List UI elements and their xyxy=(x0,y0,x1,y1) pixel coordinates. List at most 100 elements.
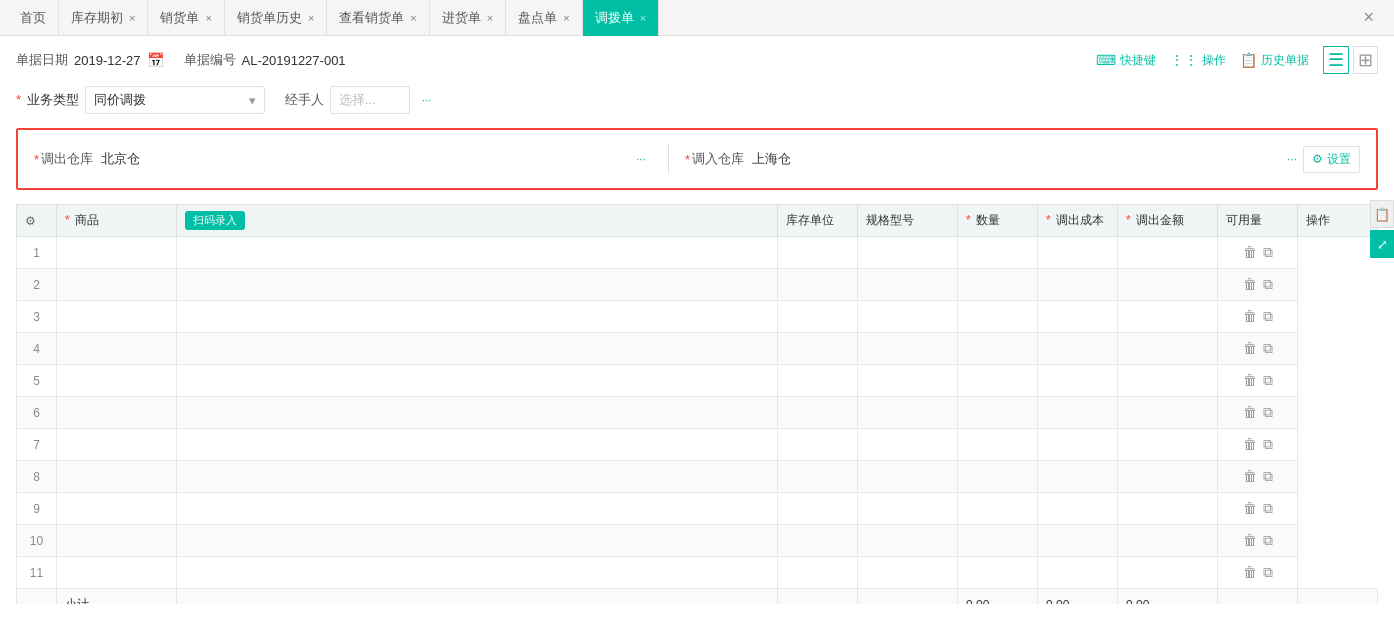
tab-home[interactable]: 首页 xyxy=(8,0,59,36)
cell-available[interactable] xyxy=(1118,493,1218,525)
cell-spec[interactable] xyxy=(778,301,858,333)
cell-unit[interactable] xyxy=(177,461,778,493)
cell-cost[interactable] xyxy=(958,429,1038,461)
business-type-select[interactable]: 同价调拨 ▾ xyxy=(85,86,265,114)
settings-button[interactable]: ⚙ 设置 xyxy=(1303,146,1360,173)
cell-amount[interactable] xyxy=(1038,333,1118,365)
delete-icon[interactable]: 🗑 xyxy=(1243,500,1257,517)
table-gear-icon[interactable]: ⚙ xyxy=(25,214,36,228)
cell-qty[interactable] xyxy=(858,493,958,525)
cell-available[interactable] xyxy=(1118,333,1218,365)
cell-available[interactable] xyxy=(1118,237,1218,269)
cell-amount[interactable] xyxy=(1038,365,1118,397)
cell-spec[interactable] xyxy=(778,365,858,397)
cell-unit[interactable] xyxy=(177,269,778,301)
delete-icon[interactable]: 🗑 xyxy=(1243,276,1257,293)
warehouse-in-more-button[interactable]: ··· xyxy=(1281,152,1303,166)
handler-input[interactable]: 选择... xyxy=(330,86,410,114)
cell-spec[interactable] xyxy=(778,461,858,493)
delete-icon[interactable]: 🗑 xyxy=(1243,372,1257,389)
copy-icon[interactable]: ⧉ xyxy=(1263,564,1273,581)
tab-inventory-count-close[interactable]: × xyxy=(563,12,569,24)
tab-purchase-order-close[interactable]: × xyxy=(487,12,493,24)
cell-spec[interactable] xyxy=(778,333,858,365)
cell-product[interactable] xyxy=(57,397,177,429)
cell-amount[interactable] xyxy=(1038,429,1118,461)
copy-icon[interactable]: ⧉ xyxy=(1263,404,1273,421)
cell-available[interactable] xyxy=(1118,397,1218,429)
cell-cost[interactable] xyxy=(958,365,1038,397)
cell-spec[interactable] xyxy=(778,557,858,589)
copy-icon[interactable]: ⧉ xyxy=(1263,500,1273,517)
cell-product[interactable] xyxy=(57,493,177,525)
cell-unit[interactable] xyxy=(177,397,778,429)
cell-spec[interactable] xyxy=(778,237,858,269)
tab-purchase-order[interactable]: 进货单 × xyxy=(430,0,506,36)
cell-product[interactable] xyxy=(57,525,177,557)
cell-qty[interactable] xyxy=(858,365,958,397)
tab-inventory-count[interactable]: 盘点单 × xyxy=(506,0,582,36)
cell-cost[interactable] xyxy=(958,525,1038,557)
copy-icon[interactable]: ⧉ xyxy=(1263,340,1273,357)
copy-icon[interactable]: ⧉ xyxy=(1263,308,1273,325)
cell-cost[interactable] xyxy=(958,301,1038,333)
copy-icon[interactable]: ⧉ xyxy=(1263,532,1273,549)
cell-available[interactable] xyxy=(1118,301,1218,333)
cell-amount[interactable] xyxy=(1038,237,1118,269)
cell-product[interactable] xyxy=(57,365,177,397)
copy-icon[interactable]: ⧉ xyxy=(1263,436,1273,453)
history-button[interactable]: 📋 历史单据 xyxy=(1240,52,1309,69)
cell-cost[interactable] xyxy=(958,493,1038,525)
cell-cost[interactable] xyxy=(958,237,1038,269)
cell-amount[interactable] xyxy=(1038,397,1118,429)
cell-qty[interactable] xyxy=(858,429,958,461)
cell-unit[interactable] xyxy=(177,365,778,397)
cell-available[interactable] xyxy=(1118,269,1218,301)
copy-icon[interactable]: ⧉ xyxy=(1263,276,1273,293)
cell-available[interactable] xyxy=(1118,365,1218,397)
cell-cost[interactable] xyxy=(958,397,1038,429)
cell-amount[interactable] xyxy=(1038,493,1118,525)
delete-icon[interactable]: 🗑 xyxy=(1243,244,1257,261)
tab-sales-order[interactable]: 销货单 × xyxy=(148,0,224,36)
cell-product[interactable] xyxy=(57,237,177,269)
side-note-button[interactable]: 📋 xyxy=(1370,200,1394,228)
cell-cost[interactable] xyxy=(958,557,1038,589)
warehouse-out-more-button[interactable]: ··· xyxy=(630,152,652,166)
handler-more-button[interactable]: ··· xyxy=(416,93,438,107)
tab-transfer-order-close[interactable]: × xyxy=(640,12,646,24)
cell-qty[interactable] xyxy=(858,397,958,429)
operations-button[interactable]: ⋮⋮ 操作 xyxy=(1170,52,1226,69)
layout-grid-icon[interactable]: ⊞ xyxy=(1353,46,1378,74)
tab-check-sales[interactable]: 查看销货单 × xyxy=(327,0,429,36)
cell-unit[interactable] xyxy=(177,525,778,557)
delete-icon[interactable]: 🗑 xyxy=(1243,308,1257,325)
cell-amount[interactable] xyxy=(1038,525,1118,557)
cell-amount[interactable] xyxy=(1038,461,1118,493)
cell-product[interactable] xyxy=(57,301,177,333)
cell-available[interactable] xyxy=(1118,525,1218,557)
delete-icon[interactable]: 🗑 xyxy=(1243,468,1257,485)
tab-sales-history[interactable]: 销货单历史 × xyxy=(225,0,327,36)
cell-cost[interactable] xyxy=(958,461,1038,493)
cell-product[interactable] xyxy=(57,461,177,493)
layout-list-icon[interactable]: ☰ xyxy=(1323,46,1349,74)
cell-available[interactable] xyxy=(1118,557,1218,589)
cell-product[interactable] xyxy=(57,333,177,365)
cell-unit[interactable] xyxy=(177,237,778,269)
cell-qty[interactable] xyxy=(858,557,958,589)
cell-unit[interactable] xyxy=(177,333,778,365)
cell-qty[interactable] xyxy=(858,269,958,301)
copy-icon[interactable]: ⧉ xyxy=(1263,244,1273,261)
cell-amount[interactable] xyxy=(1038,269,1118,301)
cell-unit[interactable] xyxy=(177,557,778,589)
cell-qty[interactable] xyxy=(858,237,958,269)
cell-amount[interactable] xyxy=(1038,557,1118,589)
copy-icon[interactable]: ⧉ xyxy=(1263,468,1273,485)
cell-available[interactable] xyxy=(1118,461,1218,493)
delete-icon[interactable]: 🗑 xyxy=(1243,436,1257,453)
cell-product[interactable] xyxy=(57,557,177,589)
delete-icon[interactable]: 🗑 xyxy=(1243,532,1257,549)
cell-unit[interactable] xyxy=(177,301,778,333)
cell-amount[interactable] xyxy=(1038,301,1118,333)
